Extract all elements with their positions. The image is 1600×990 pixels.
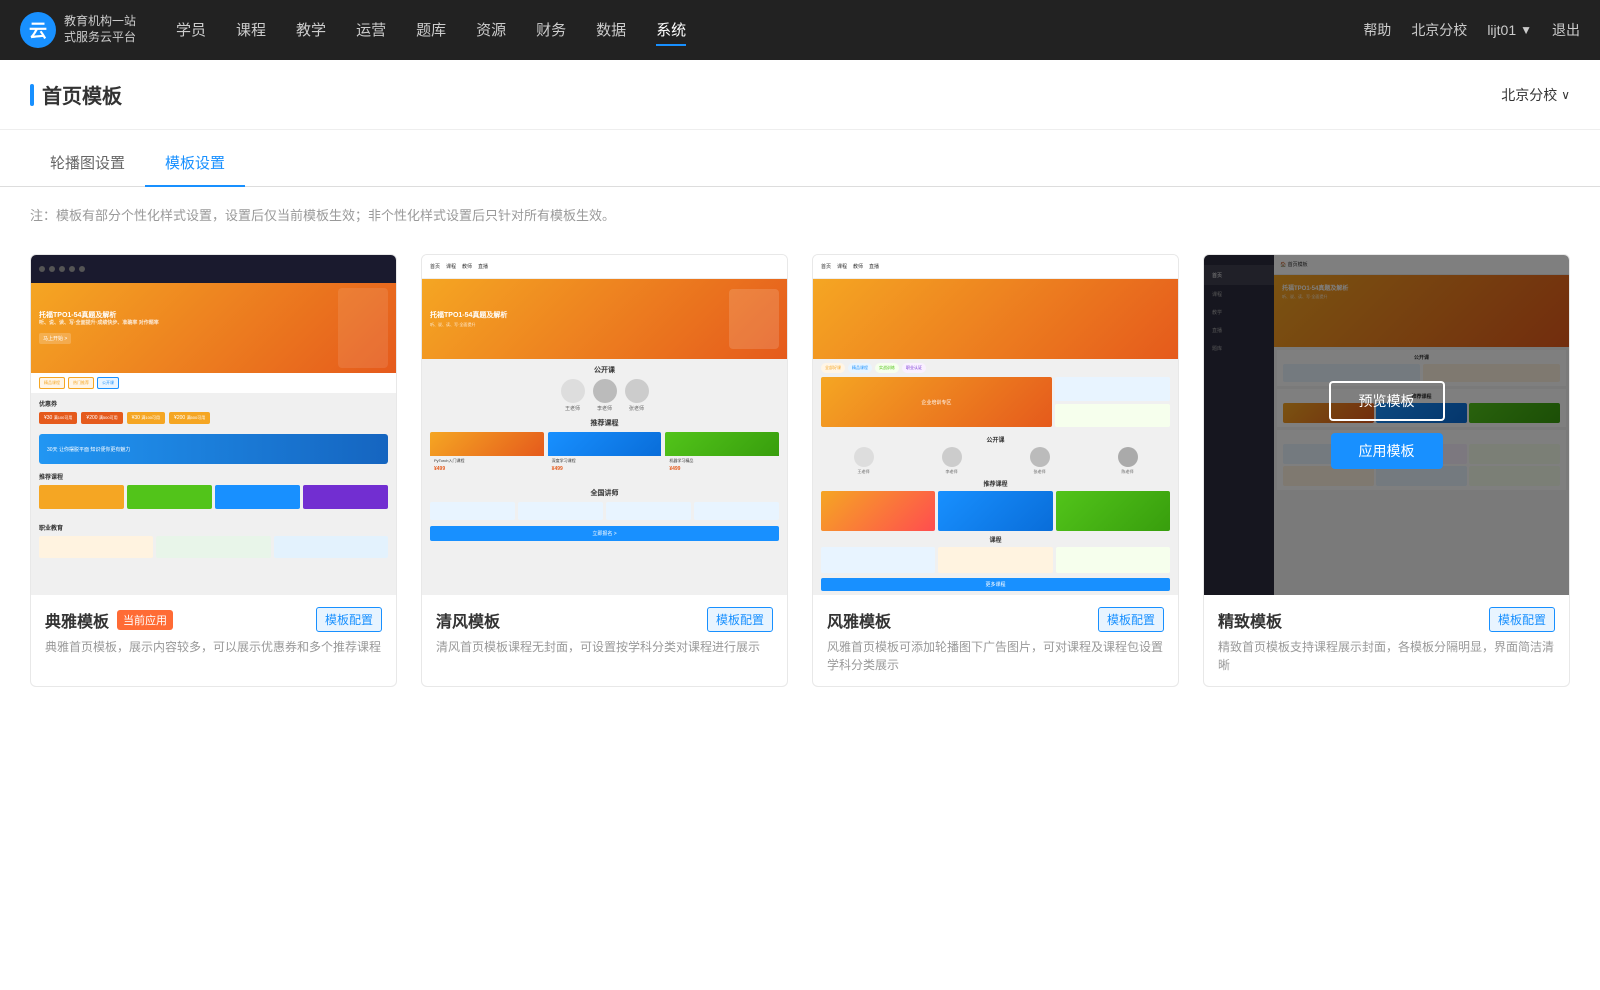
template-card-t2[interactable]: 首页课程教师直播 托福TPO1-54真题及解析 听、说、读、写·全面提升 [421, 254, 788, 687]
template-name-row-t4: 精致模板 模板配置 [1218, 607, 1555, 632]
nav-item-finance[interactable]: 财务 [536, 15, 566, 46]
config-button-t1[interactable]: 模板配置 [316, 607, 382, 632]
tabs-bar: 轮播图设置 模板设置 [0, 140, 1600, 187]
nav-menu: 学员 课程 教学 运营 题库 资源 财务 数据 系统 [176, 15, 1363, 46]
template-name-t1: 典雅模板 [45, 608, 109, 632]
template-card-t4[interactable]: 首页 课程 教学 直播 题库 🏠 首页模板 [1203, 254, 1570, 687]
logout-link[interactable]: 退出 [1552, 20, 1580, 40]
nav-right: 帮助 北京分校 lijt01 ▼ 退出 [1363, 20, 1580, 40]
logo-icon: 云 [20, 12, 56, 48]
template-desc-t2: 清风首页模板课程无封面，可设置按学科分类对课程进行展示 [436, 638, 773, 656]
template-desc-t4: 精致首页模板支持课程展示封面，各模板分隔明显，界面简洁清晰 [1218, 638, 1555, 674]
templates-grid: 托福TPO1-54真题及解析 听、说、读、写·全面提升·成绩快步、准确率 对作题… [0, 234, 1600, 727]
config-button-t3[interactable]: 模板配置 [1098, 607, 1164, 632]
template-footer-t2: 清风模板 模板配置 清风首页模板课程无封面，可设置按学科分类对课程进行展示 [422, 595, 787, 668]
chevron-down-icon: ▼ [1520, 23, 1532, 37]
template-preview-t4: 首页 课程 教学 直播 题库 🏠 首页模板 [1204, 255, 1569, 595]
nav-item-data[interactable]: 数据 [596, 15, 626, 46]
page-title: 首页模板 [30, 80, 122, 109]
template-card-t3[interactable]: 首页课程教师直播 全部好课 精品课程 实战训练 职业认证 [812, 254, 1179, 687]
template-desc-t3: 风雅首页模板可添加轮播图下广告图片，可对课程及课程包设置学科分类展示 [827, 638, 1164, 674]
branch-link[interactable]: 北京分校 [1411, 20, 1467, 40]
nav-item-students[interactable]: 学员 [176, 15, 206, 46]
template-preview-t2: 首页课程教师直播 托福TPO1-54真题及解析 听、说、读、写·全面提升 [422, 255, 787, 595]
nav-item-resources[interactable]: 资源 [476, 15, 506, 46]
template-footer-t3: 风雅模板 模板配置 风雅首页模板可添加轮播图下广告图片，可对课程及课程包设置学科… [813, 595, 1178, 686]
template-footer-t1: 典雅模板 当前应用 模板配置 典雅首页模板，展示内容较多，可以展示优惠券和多个推… [31, 595, 396, 668]
tab-slideshow[interactable]: 轮播图设置 [30, 140, 145, 187]
template-desc-t1: 典雅首页模板，展示内容较多，可以展示优惠券和多个推荐课程 [45, 638, 382, 656]
logo[interactable]: 云 教育机构一站 式服务云平台 [20, 12, 136, 48]
config-button-t2[interactable]: 模板配置 [707, 607, 773, 632]
template-name-row-t1: 典雅模板 当前应用 模板配置 [45, 607, 382, 632]
template-name-row-t2: 清风模板 模板配置 [436, 607, 773, 632]
help-link[interactable]: 帮助 [1363, 20, 1391, 40]
nav-item-questionbank[interactable]: 题库 [416, 15, 446, 46]
template-overlay-t4: 预览模板 应用模板 [1204, 255, 1569, 595]
template-card-t1[interactable]: 托福TPO1-54真题及解析 听、说、读、写·全面提升·成绩快步、准确率 对作题… [30, 254, 397, 687]
tab-template[interactable]: 模板设置 [145, 140, 245, 187]
branch-selector[interactable]: 北京分校 ∨ [1501, 85, 1570, 105]
template-name-t3: 风雅模板 [827, 608, 891, 632]
chevron-down-icon: ∨ [1561, 88, 1570, 102]
user-dropdown[interactable]: lijt01 ▼ [1487, 22, 1532, 38]
nav-item-teaching[interactable]: 教学 [296, 15, 326, 46]
template-name-row-t3: 风雅模板 模板配置 [827, 607, 1164, 632]
config-button-t4[interactable]: 模板配置 [1489, 607, 1555, 632]
template-preview-t1: 托福TPO1-54真题及解析 听、说、读、写·全面提升·成绩快步、准确率 对作题… [31, 255, 396, 595]
page-header: 首页模板 北京分校 ∨ [0, 60, 1600, 130]
template-name-t4: 精致模板 [1218, 608, 1282, 632]
nav-item-system[interactable]: 系统 [656, 15, 686, 46]
nav-item-courses[interactable]: 课程 [236, 15, 266, 46]
logo-text: 教育机构一站 式服务云平台 [64, 14, 136, 45]
template-footer-t4: 精致模板 模板配置 精致首页模板支持课程展示封面，各模板分隔明显，界面简洁清晰 [1204, 595, 1569, 686]
preview-button-t4[interactable]: 预览模板 [1329, 381, 1445, 421]
page-content: 首页模板 北京分校 ∨ 轮播图设置 模板设置 注：模板有部分个性化样式设置，设置… [0, 60, 1600, 990]
nav-item-operations[interactable]: 运营 [356, 15, 386, 46]
top-navigation: 云 教育机构一站 式服务云平台 学员 课程 教学 运营 题库 资源 财务 数据 … [0, 0, 1600, 60]
current-badge-t1: 当前应用 [117, 610, 173, 630]
note-text: 注：模板有部分个性化样式设置，设置后仅当前模板生效；非个性化样式设置后只针对所有… [0, 187, 1600, 234]
template-preview-t3: 首页课程教师直播 全部好课 精品课程 实战训练 职业认证 [813, 255, 1178, 595]
apply-button-t4[interactable]: 应用模板 [1331, 433, 1443, 469]
template-name-t2: 清风模板 [436, 608, 500, 632]
